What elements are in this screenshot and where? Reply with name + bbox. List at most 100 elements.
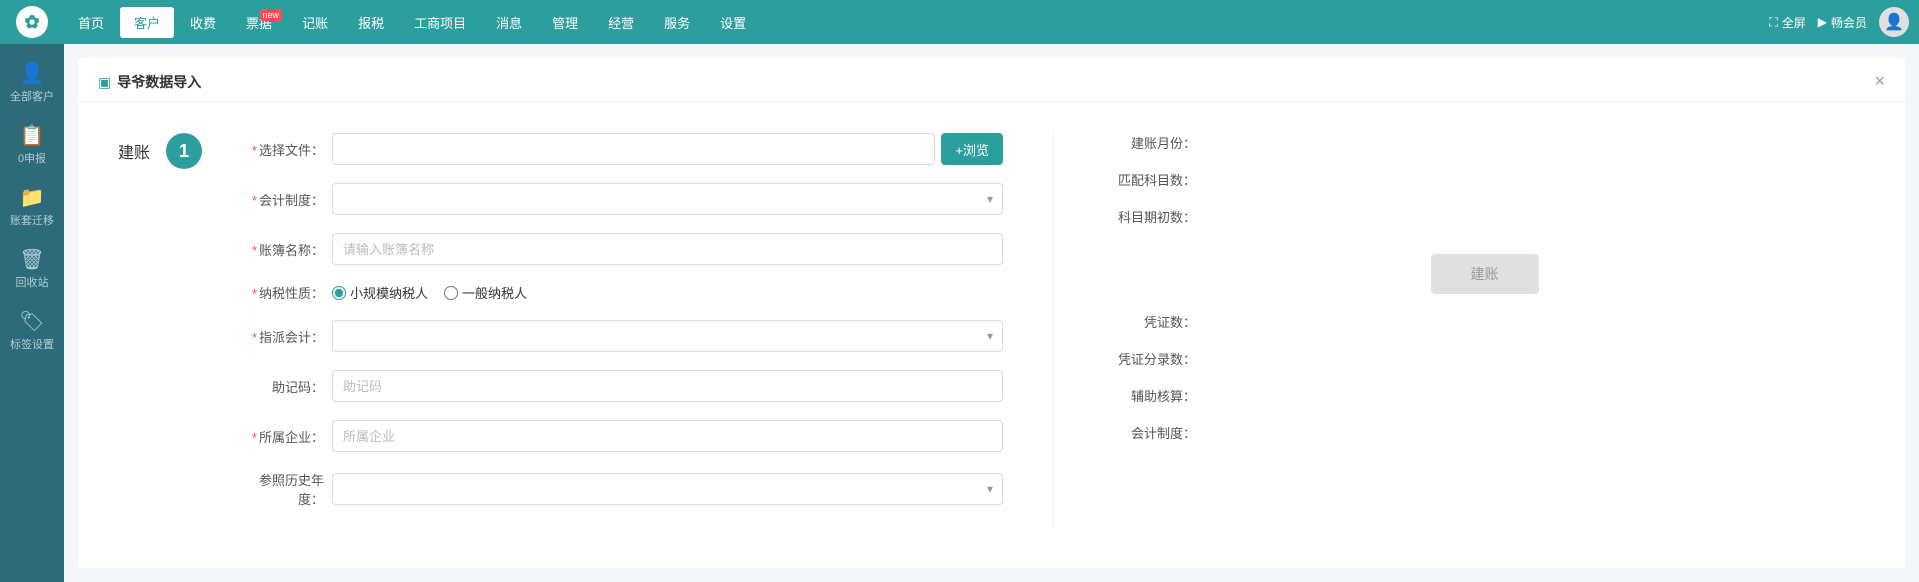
- fullscreen-icon: ⛶: [1769, 15, 1777, 30]
- tax-general-radio[interactable]: 一般纳税人: [444, 283, 527, 302]
- tax-type-row: *纳税性质： 小规模纳税人 一般纳税人: [242, 283, 1003, 302]
- accountant-select-wrapper: [332, 320, 1003, 352]
- voucher-entries-row: 凭证分录数：: [1104, 349, 1865, 368]
- company-row: *所属企业：: [242, 420, 1003, 452]
- nav-billing[interactable]: 收费: [176, 7, 230, 38]
- sidebar: 👤 全部客户 📋 0申报 📁 账套迁移 🗑 回收站 🏷 标签设置: [0, 44, 64, 582]
- tax-small-radio[interactable]: 小规模纳税人: [332, 283, 428, 302]
- sidebar-item-account-transfer[interactable]: 📁 账套迁移: [0, 178, 64, 236]
- nav-right: ⛶ 全屏 ▶ 畅会员 👤: [1769, 7, 1909, 37]
- form-divider: [1053, 133, 1054, 526]
- layout: 👤 全部客户 📋 0申报 📁 账套迁移 🗑 回收站 🏷 标签设置 ▣ 导爷数据导…: [0, 44, 1919, 582]
- aux-account-label: 辅助核算：: [1104, 386, 1204, 405]
- page-title: 导爷数据导入: [117, 72, 201, 92]
- voucher-entries-label: 凭证分录数：: [1104, 349, 1204, 368]
- nav-customer[interactable]: 客户: [120, 7, 174, 38]
- declaration-icon: 📋: [20, 126, 45, 146]
- setup-month-label: 建账月份：: [1104, 133, 1204, 152]
- file-label: *选择文件：: [242, 140, 332, 159]
- browse-button[interactable]: +浏览: [941, 133, 1003, 165]
- step-label: 建账: [118, 139, 150, 163]
- ledger-name-label: *账簿名称：: [242, 240, 332, 259]
- nav-ledger[interactable]: 记账: [288, 7, 342, 38]
- nav-home[interactable]: 首页: [64, 7, 118, 38]
- form-left: *选择文件： +浏览 *会计制度：: [242, 133, 1003, 526]
- sidebar-item-label: 账套迁移: [10, 212, 54, 228]
- right-account-system-row: 会计制度：: [1104, 423, 1865, 442]
- voucher-label: 凭证数：: [1104, 312, 1204, 331]
- right-account-system-label: 会计制度：: [1104, 423, 1204, 442]
- all-customers-icon: 👤: [20, 64, 45, 84]
- account-system-select[interactable]: [332, 183, 1003, 215]
- top-nav: ✿ 首页 客户 收费 票据 new 记账 报税 工商项目 消息 管理 经营 服务…: [0, 0, 1919, 44]
- accountant-label: *指派会计：: [242, 327, 332, 346]
- account-system-row: *会计制度：: [242, 183, 1003, 215]
- logo[interactable]: ✿: [10, 0, 54, 44]
- voucher-row: 凭证数：: [1104, 312, 1865, 331]
- recycle-icon: 🗑: [19, 250, 44, 270]
- sidebar-item-label: 回收站: [16, 274, 49, 290]
- history-year-row: 参照历史年度：: [242, 470, 1003, 508]
- vip-icon: ▶: [1818, 15, 1827, 29]
- tag-settings-icon: 🏷: [19, 312, 44, 332]
- accountant-row: *指派会计：: [242, 320, 1003, 352]
- page-header-icon: ▣: [98, 74, 111, 91]
- main-content: ▣ 导爷数据导入 × 建账 1 *选择文件: [64, 44, 1919, 582]
- sidebar-item-declaration[interactable]: 📋 0申报: [0, 116, 64, 174]
- sidebar-item-tag-settings[interactable]: 🏷 标签设置: [0, 302, 64, 360]
- history-year-select-wrapper: [332, 473, 1003, 505]
- history-year-label: 参照历史年度：: [242, 470, 332, 508]
- account-system-select-wrapper: [332, 183, 1003, 215]
- company-input[interactable]: [332, 420, 1003, 452]
- new-badge: new: [260, 9, 283, 22]
- company-label: *所属企业：: [242, 427, 332, 446]
- nav-settings[interactable]: 设置: [706, 7, 760, 38]
- nav-message[interactable]: 消息: [482, 7, 536, 38]
- period-balance-row: 科目期初数：: [1104, 207, 1865, 226]
- submit-button[interactable]: 建账: [1431, 254, 1539, 294]
- nav-finance[interactable]: 经营: [594, 7, 648, 38]
- step-circle: 1: [166, 133, 202, 169]
- page-container: ▣ 导爷数据导入 × 建账 1 *选择文件: [78, 58, 1905, 568]
- sidebar-item-label: 全部客户: [10, 88, 54, 104]
- form-right: 建账月份： 匹配科目数： 科目期初数： 建账: [1104, 133, 1865, 526]
- ledger-name-row: *账簿名称：: [242, 233, 1003, 265]
- memo-code-label: 助记码：: [242, 377, 332, 396]
- sidebar-item-label: 标签设置: [10, 336, 54, 352]
- aux-account-row: 辅助核算：: [1104, 386, 1865, 405]
- close-button[interactable]: ×: [1874, 72, 1885, 90]
- nav-manage[interactable]: 管理: [538, 7, 592, 38]
- sidebar-item-recycle[interactable]: 🗑 回收站: [0, 240, 64, 298]
- accountant-select[interactable]: [332, 320, 1003, 352]
- sidebar-item-all-customers[interactable]: 👤 全部客户: [0, 54, 64, 112]
- vip-btn[interactable]: ▶ 畅会员: [1818, 14, 1867, 31]
- setup-month-row: 建账月份：: [1104, 133, 1865, 152]
- tax-type-radio-group: 小规模纳税人 一般纳税人: [332, 283, 1003, 302]
- nav-tax[interactable]: 报税: [344, 7, 398, 38]
- fullscreen-btn[interactable]: ⛶ 全屏: [1769, 14, 1805, 31]
- sidebar-item-label: 0申报: [18, 150, 46, 166]
- page-header: ▣ 导爷数据导入 ×: [78, 58, 1905, 103]
- nav-business[interactable]: 工商项目: [400, 7, 480, 38]
- match-account-row: 匹配科目数：: [1104, 170, 1865, 189]
- submit-area: 建账: [1104, 244, 1865, 294]
- avatar[interactable]: 👤: [1879, 7, 1909, 37]
- match-account-label: 匹配科目数：: [1104, 170, 1204, 189]
- account-system-label: *会计制度：: [242, 190, 332, 209]
- memo-code-row: 助记码：: [242, 370, 1003, 402]
- history-year-select[interactable]: [332, 473, 1003, 505]
- memo-code-input[interactable]: [332, 370, 1003, 402]
- nav-service[interactable]: 服务: [650, 7, 704, 38]
- period-balance-label: 科目期初数：: [1104, 207, 1204, 226]
- step-section: 建账 1: [118, 133, 202, 526]
- file-input[interactable]: [332, 133, 935, 165]
- account-transfer-icon: 📁: [20, 188, 45, 208]
- ledger-name-input[interactable]: [332, 233, 1003, 265]
- tax-type-label: *纳税性质：: [242, 283, 332, 302]
- logo-icon: ✿: [16, 6, 48, 38]
- avatar-icon: 👤: [1884, 12, 1904, 32]
- nav-invoice[interactable]: 票据 new: [232, 7, 286, 38]
- form-area: 建账 1 *选择文件： +浏览: [78, 103, 1905, 556]
- file-select-row: *选择文件： +浏览: [242, 133, 1003, 165]
- file-input-group: +浏览: [332, 133, 1003, 165]
